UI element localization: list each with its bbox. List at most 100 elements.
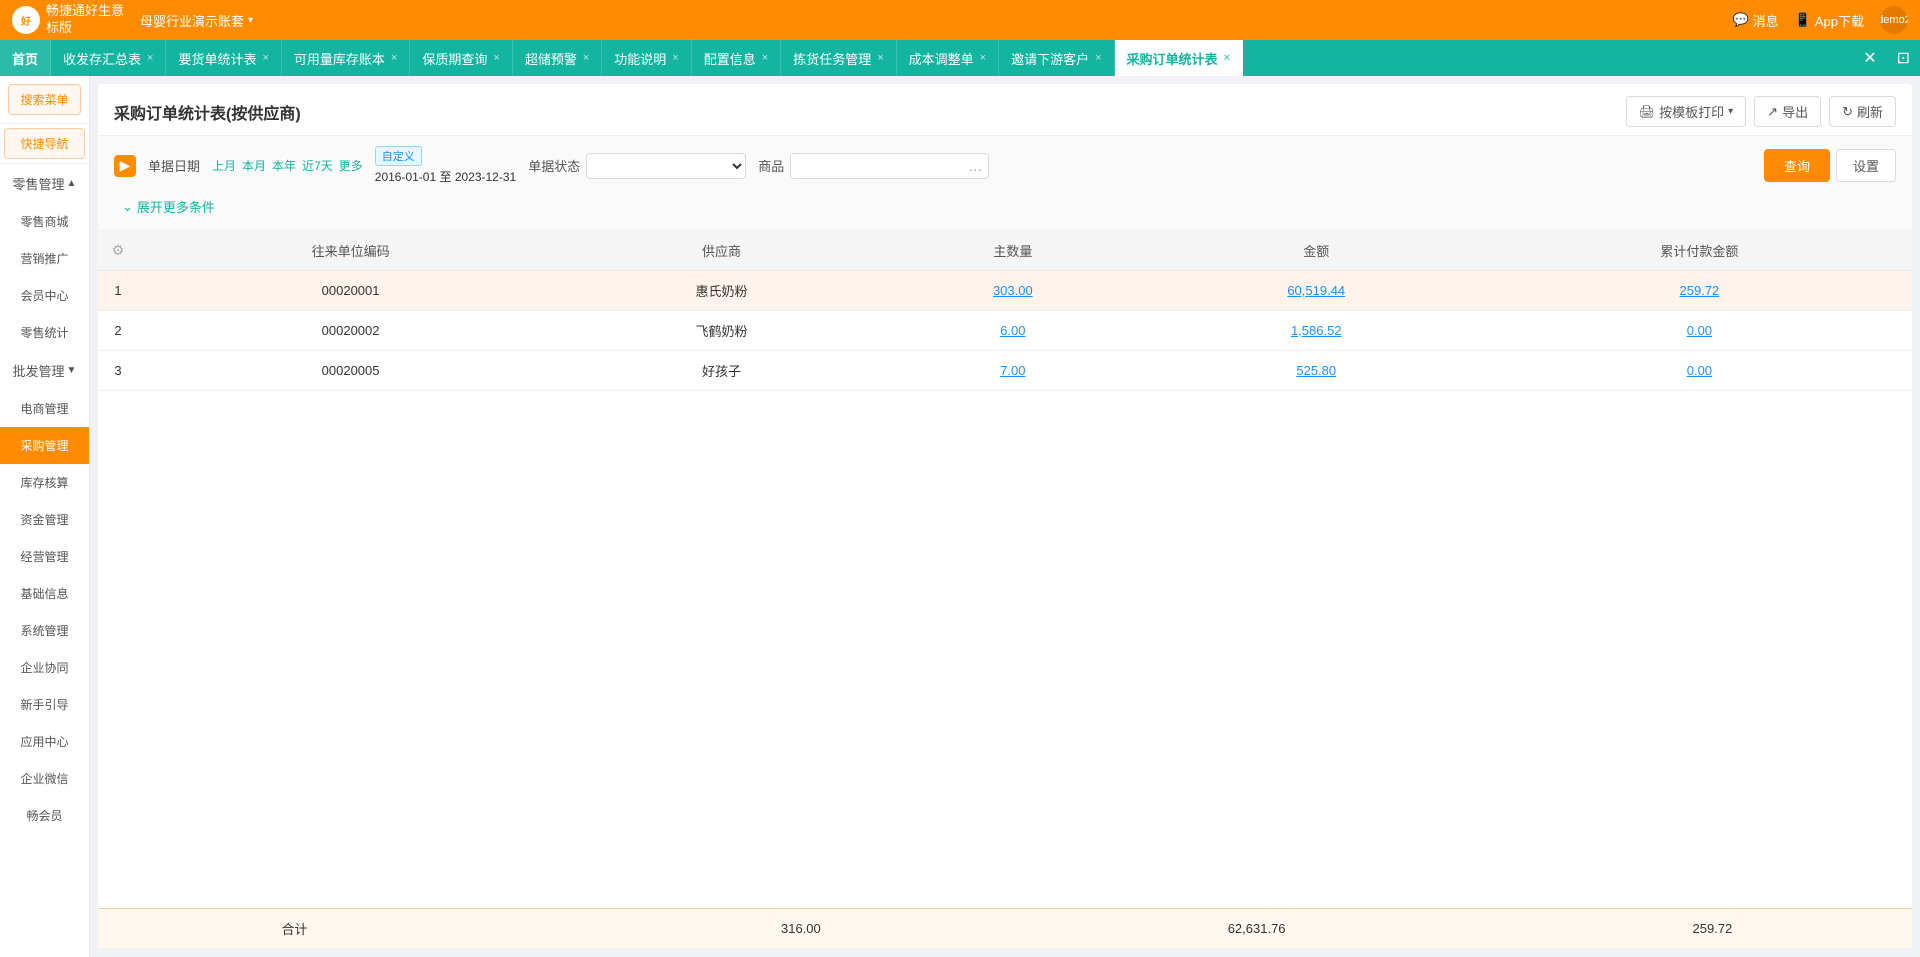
close-icon[interactable]: × — [877, 52, 883, 64]
footer-paid: 259.72 — [1513, 909, 1912, 949]
app-download-button[interactable]: 📱 App下载 — [1795, 11, 1864, 30]
tab-shoufacun[interactable]: 收发存汇总表 × — [51, 40, 166, 76]
gear-icon[interactable]: ⚙ — [112, 242, 125, 258]
close-icon[interactable]: × — [980, 52, 986, 64]
row-qty[interactable]: 7.00 — [880, 351, 1146, 391]
expand-more-button[interactable]: ⌄ 展开更多条件 — [114, 193, 1896, 220]
sidebar-item-retail-shop[interactable]: 零售商城 — [0, 203, 89, 240]
sidebar-item-wechat[interactable]: 企业微信 — [0, 760, 89, 797]
tab-yaoqing[interactable]: 邀请下游客户 × — [999, 40, 1114, 76]
workspace-selector[interactable]: 母婴行业演示账套 ▾ — [132, 8, 261, 33]
th-code: 往来单位编码 — [138, 231, 563, 271]
row-qty[interactable]: 6.00 — [880, 311, 1146, 351]
table-header-row: ⚙ 往来单位编码 供应商 主数量 金额 累计付款金额 — [98, 231, 1912, 271]
close-icon[interactable]: × — [493, 52, 499, 64]
row-amount[interactable]: 525.80 — [1146, 351, 1487, 391]
refresh-button[interactable]: ↻ 刷新 — [1829, 96, 1896, 127]
tab-baozhi[interactable]: 保质期查询 × — [410, 40, 512, 76]
export-icon: ↗ — [1767, 104, 1778, 120]
close-icon[interactable]: × — [1095, 52, 1101, 64]
sidebar-item-member[interactable]: 会员中心 — [0, 277, 89, 314]
shortcut-this-year[interactable]: 本年 — [272, 157, 296, 174]
footer-qty: 316.00 — [601, 909, 1000, 949]
top-bar-left: 好 畅捷通好生意 标版 母婴行业演示账套 ▾ — [12, 3, 261, 37]
sidebar-item-basic-info[interactable]: 基础信息 — [0, 575, 89, 612]
goods-input-wrap: … — [790, 153, 989, 179]
message-button[interactable]: 💬 消息 — [1732, 11, 1778, 30]
row-supplier: 好孩子 — [563, 351, 880, 391]
nav-tabs: 首页 收发存汇总表 × 要货单统计表 × 可用量库存账本 × 保质期查询 × 超… — [0, 40, 1920, 76]
query-button[interactable]: 查询 — [1764, 149, 1830, 182]
sidebar-item-appcenter[interactable]: 应用中心 — [0, 723, 89, 760]
sidebar-item-enterprise[interactable]: 企业协同 — [0, 649, 89, 686]
sidebar-item-operations[interactable]: 经营管理 — [0, 538, 89, 575]
sidebar-item-retail-mgmt[interactable]: 零售管理▲ — [0, 164, 89, 203]
row-paid[interactable]: 0.00 — [1487, 351, 1912, 391]
sidebar-item-newbie[interactable]: 新手引导 — [0, 686, 89, 723]
shortcut-this-month[interactable]: 本月 — [242, 157, 266, 174]
th-amount: 金额 — [1146, 231, 1487, 271]
sidebar-item-marketing[interactable]: 营销推广 — [0, 240, 89, 277]
shortcut-last-month[interactable]: 上月 — [212, 157, 236, 174]
message-icon: 💬 — [1732, 12, 1748, 28]
quick-nav-button[interactable]: 快捷导航 — [4, 128, 85, 159]
close-icon[interactable]: × — [672, 52, 678, 64]
settings-button[interactable]: 设置 — [1836, 149, 1896, 182]
footer-supplier — [451, 909, 601, 949]
tab-home[interactable]: 首页 — [0, 40, 51, 76]
row-supplier: 飞鹤奶粉 — [563, 311, 880, 351]
tab-caigou-active[interactable]: 采购订单统计表 × — [1115, 40, 1243, 76]
tab-peizhi[interactable]: 配置信息 × — [692, 40, 781, 76]
sidebar-item-member2[interactable]: 畅会员 — [0, 797, 89, 834]
close-icon[interactable]: × — [1224, 52, 1230, 64]
restore-tab-button[interactable]: ⊡ — [1887, 40, 1920, 76]
row-paid[interactable]: 259.72 — [1487, 271, 1912, 311]
goods-label: 商品 — [758, 156, 784, 175]
table-row: 1 00020001 惠氏奶粉 303.00 60,519.44 259.72 — [98, 271, 1912, 311]
tab-chaochuyujing[interactable]: 超储预警 × — [513, 40, 602, 76]
page-header-actions: 🖨 按模板打印 ▾ ↗ 导出 ↻ 刷新 — [1626, 96, 1896, 127]
row-amount[interactable]: 1,586.52 — [1146, 311, 1487, 351]
sidebar-item-retail-stats[interactable]: 零售统计 — [0, 314, 89, 351]
tab-chengben[interactable]: 成本调整单 × — [897, 40, 999, 76]
row-paid[interactable]: 0.00 — [1487, 311, 1912, 351]
sidebar-item-system[interactable]: 系统管理 — [0, 612, 89, 649]
row-amount[interactable]: 60,519.44 — [1146, 271, 1487, 311]
tab-keyongliang[interactable]: 可用量库存账本 × — [282, 40, 410, 76]
row-qty[interactable]: 303.00 — [880, 271, 1146, 311]
shortcut-more[interactable]: 更多 — [339, 157, 363, 174]
close-icon[interactable]: × — [391, 52, 397, 64]
tab-jianhuo[interactable]: 拣货任务管理 × — [781, 40, 896, 76]
app-icon: 📱 — [1795, 12, 1811, 28]
close-tab-button[interactable]: ✕ — [1853, 40, 1886, 76]
close-icon[interactable]: × — [262, 52, 268, 64]
sidebar-item-purchase[interactable]: 采购管理 — [0, 427, 89, 464]
logo-area: 好 畅捷通好生意 标版 — [12, 3, 124, 37]
close-icon[interactable]: × — [583, 52, 589, 64]
th-paid: 累计付款金额 — [1487, 231, 1912, 271]
sidebar-item-inventory[interactable]: 库存核算 — [0, 464, 89, 501]
row-seq: 1 — [98, 271, 138, 311]
print-button[interactable]: 🖨 按模板打印 ▾ — [1626, 96, 1747, 127]
sidebar-item-ecommerce[interactable]: 电商管理 — [0, 390, 89, 427]
user-avatar[interactable]: demo2 — [1880, 6, 1908, 34]
tab-gongneng[interactable]: 功能说明 × — [602, 40, 691, 76]
status-filter: 单据状态 — [528, 153, 746, 179]
tab-yaohuo[interactable]: 要货单统计表 × — [166, 40, 281, 76]
top-bar: 好 畅捷通好生意 标版 母婴行业演示账套 ▾ 💬 消息 📱 App下载 demo… — [0, 0, 1920, 40]
close-icon[interactable]: × — [762, 52, 768, 64]
sidebar-item-finance[interactable]: 资金管理 — [0, 501, 89, 538]
date-range-display: 2016-01-01 至 2023-12-31 — [375, 168, 516, 185]
sidebar: 搜索菜单 快捷导航 零售管理▲ 零售商城 营销推广 会员中心 零售统计 批发管理… — [0, 76, 90, 957]
table-footer: 合计 316.00 62,631.76 259.72 — [98, 908, 1912, 949]
goods-input[interactable] — [791, 155, 962, 177]
shortcut-7days[interactable]: 近7天 — [302, 157, 333, 174]
export-button[interactable]: ↗ 导出 — [1754, 96, 1821, 127]
close-icon[interactable]: × — [147, 52, 153, 64]
sidebar-item-wholesale[interactable]: 批发管理▼ — [0, 351, 89, 390]
status-select[interactable] — [586, 153, 746, 179]
search-menu-button[interactable]: 搜索菜单 — [8, 84, 81, 115]
filter-expand-button[interactable]: ▶ — [114, 155, 136, 177]
more-icon[interactable]: … — [962, 154, 988, 178]
row-seq: 3 — [98, 351, 138, 391]
